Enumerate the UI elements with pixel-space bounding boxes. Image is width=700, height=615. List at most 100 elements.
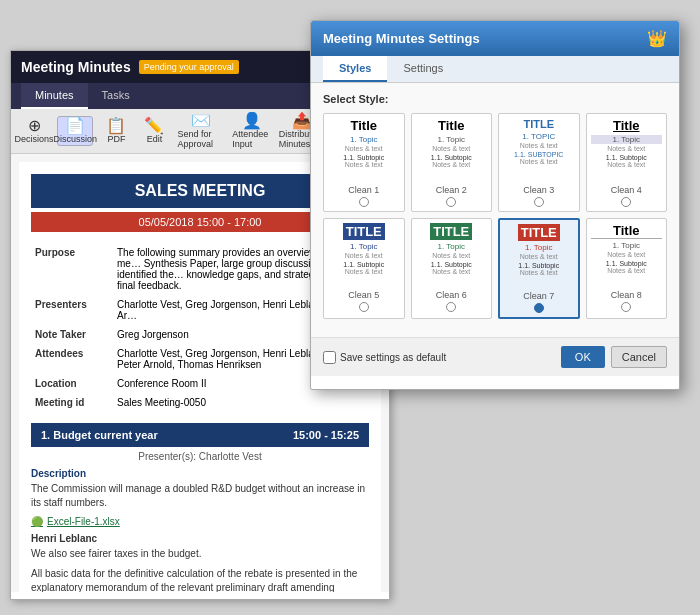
style-card-clean6[interactable]: TITLE 1. Topic Notes & text 1.1. Subtopi…	[411, 218, 493, 319]
preview-topic: 1. Topic	[328, 242, 400, 251]
style-card-clean4[interactable]: Title 1. Topic Notes & text 1.1. Subtopi…	[586, 113, 668, 212]
radio-clean5	[328, 302, 400, 312]
desc-title: Description	[31, 468, 369, 479]
location-label: Location	[33, 375, 113, 392]
dialog-footer: Save settings as default OK Cancel	[311, 337, 679, 376]
style-preview-clean6: TITLE 1. Topic Notes & text 1.1. Subtopi…	[416, 223, 488, 288]
toolbar-pdf[interactable]: 📋 PDF	[101, 118, 131, 144]
select-style-label: Select Style:	[323, 93, 667, 105]
pdf-icon: 📋	[106, 118, 126, 134]
tab-styles[interactable]: Styles	[323, 56, 387, 82]
send-icon: ✉️	[191, 113, 211, 129]
person-text2: All basic data for the definitive calcul…	[31, 567, 369, 592]
preview-subnotes: Notes & text	[328, 161, 400, 168]
toolbar-send-label: Send for Approval	[177, 129, 224, 149]
preview-notes: Notes & text	[591, 251, 663, 258]
meetingid-label: Meeting id	[33, 394, 113, 411]
style-grid: Title 1. Topic Notes & text 1.1. Subtopi…	[323, 113, 667, 319]
toolbar-discussion[interactable]: 📄 Discussion	[57, 116, 93, 146]
preview-subnotes: Notes & text	[416, 161, 488, 168]
style-name-clean3: Clean 3	[503, 185, 575, 195]
style-preview-clean3: TITLE 1. TOPIC Notes & text 1.1. Subtopi…	[503, 118, 575, 183]
table-row: Meeting id Sales Meeting-0050	[33, 394, 367, 411]
preview-notes: Notes & text	[503, 142, 575, 149]
toolbar-edit[interactable]: ✏️ Edit	[139, 118, 169, 144]
ok-button[interactable]: OK	[561, 346, 605, 368]
radio-clean1	[328, 197, 400, 207]
toolbar-send[interactable]: ✉️ Send for Approval	[177, 113, 224, 149]
preview-title: TITLE	[343, 223, 385, 240]
radio-dot-clean5[interactable]	[359, 302, 369, 312]
style-preview-clean8: Title 1. Topic Notes & text 1.1. Subtopi…	[591, 223, 663, 288]
style-card-clean5[interactable]: TITLE 1. Topic Notes & text 1.1. Subtopi…	[323, 218, 405, 319]
radio-dot-clean4[interactable]	[621, 197, 631, 207]
radio-clean3	[503, 197, 575, 207]
save-default-row: Save settings as default	[323, 351, 446, 364]
preview-subnotes: Notes & text	[503, 158, 575, 165]
preview-title: TITLE	[503, 118, 575, 130]
style-name-clean5: Clean 5	[328, 290, 400, 300]
preview-subtopic: 1.1. Subtopic	[591, 260, 663, 267]
cancel-button[interactable]: Cancel	[611, 346, 667, 368]
button-row: OK Cancel	[561, 346, 667, 368]
preview-topic: 1. Topic	[591, 135, 663, 144]
preview-subtopic: 1.1. Subtopic	[416, 154, 488, 161]
attendees-label: Attendees	[33, 345, 113, 373]
toolbar-discussion-label: Discussion	[53, 134, 97, 144]
preview-topic: 1. TOPIC	[503, 132, 575, 141]
section-header: 1. Budget current year 15:00 - 15:25	[31, 423, 369, 447]
notetaker-label: Note Taker	[33, 326, 113, 343]
radio-clean2	[416, 197, 488, 207]
preview-subtopic: 1.1. Subtopic	[503, 151, 575, 158]
file-link[interactable]: 🟢 Excel-File-1.xlsx	[31, 516, 369, 527]
toolbar-attendee-label: Attendee Input	[232, 129, 270, 149]
decisions-icon: ⊕	[28, 118, 41, 134]
preview-topic: 1. Topic	[416, 242, 488, 251]
tab-minutes[interactable]: Minutes	[21, 83, 88, 109]
preview-subtopic: 1.1. Subtopic	[416, 261, 488, 268]
dialog-logo-icon: 👑	[647, 29, 667, 48]
radio-dot-clean3[interactable]	[534, 197, 544, 207]
preview-subtopic: 1.1. Subtopic	[504, 262, 574, 269]
radio-dot-clean8[interactable]	[621, 302, 631, 312]
preview-notes: Notes & text	[416, 145, 488, 152]
radio-dot-clean1[interactable]	[359, 197, 369, 207]
style-card-clean2[interactable]: Title 1. Topic Notes & text 1.1. Subtopi…	[411, 113, 493, 212]
preview-subnotes: Notes & text	[591, 267, 663, 274]
meetingid-value: Sales Meeting-0050	[115, 394, 367, 411]
radio-clean7	[504, 303, 574, 313]
radio-dot-clean7[interactable]	[534, 303, 544, 313]
style-card-clean8[interactable]: Title 1. Topic Notes & text 1.1. Subtopi…	[586, 218, 668, 319]
preview-subtopic: 1.1. Subtopic	[591, 154, 663, 161]
style-preview-clean4: Title 1. Topic Notes & text 1.1. Subtopi…	[591, 118, 663, 183]
presenter-line: Presenter(s): Charlotte Vest	[31, 451, 369, 462]
tab-settings[interactable]: Settings	[387, 56, 459, 82]
style-card-clean7[interactable]: TITLE 1. Topic Notes & text 1.1. Subtopi…	[498, 218, 580, 319]
toolbar-decisions[interactable]: ⊕ Decisions	[19, 118, 49, 144]
style-card-clean1[interactable]: Title 1. Topic Notes & text 1.1. Subtopi…	[323, 113, 405, 212]
preview-topic: 1. Topic	[504, 243, 574, 252]
radio-dot-clean6[interactable]	[446, 302, 456, 312]
style-name-clean4: Clean 4	[591, 185, 663, 195]
radio-dot-clean2[interactable]	[446, 197, 456, 207]
presenters-label: Presenters	[33, 296, 113, 324]
toolbar-pdf-label: PDF	[107, 134, 125, 144]
attendee-icon: 👤	[242, 113, 262, 129]
toolbar-decisions-label: Decisions	[15, 134, 54, 144]
style-name-clean2: Clean 2	[416, 185, 488, 195]
file-icon: 🟢	[31, 516, 43, 527]
style-card-clean3[interactable]: TITLE 1. TOPIC Notes & text 1.1. Subtopi…	[498, 113, 580, 212]
style-preview-clean2: Title 1. Topic Notes & text 1.1. Subtopi…	[416, 118, 488, 183]
toolbar-attendee[interactable]: 👤 Attendee Input	[232, 113, 270, 149]
tab-tasks[interactable]: Tasks	[88, 83, 144, 109]
preview-subtopic: 1.1. Subtopic	[328, 261, 400, 268]
style-name-clean1: Clean 1	[328, 185, 400, 195]
save-default-checkbox[interactable]	[323, 351, 336, 364]
style-preview-clean1: Title 1. Topic Notes & text 1.1. Subtopi…	[328, 118, 400, 183]
preview-subtopic: 1.1. Subtopic	[328, 154, 400, 161]
preview-notes: Notes & text	[328, 252, 400, 259]
preview-subnotes: Notes & text	[416, 268, 488, 275]
preview-title: TITLE	[518, 224, 560, 241]
discussion-icon: 📄	[65, 118, 85, 134]
edit-icon: ✏️	[144, 118, 164, 134]
